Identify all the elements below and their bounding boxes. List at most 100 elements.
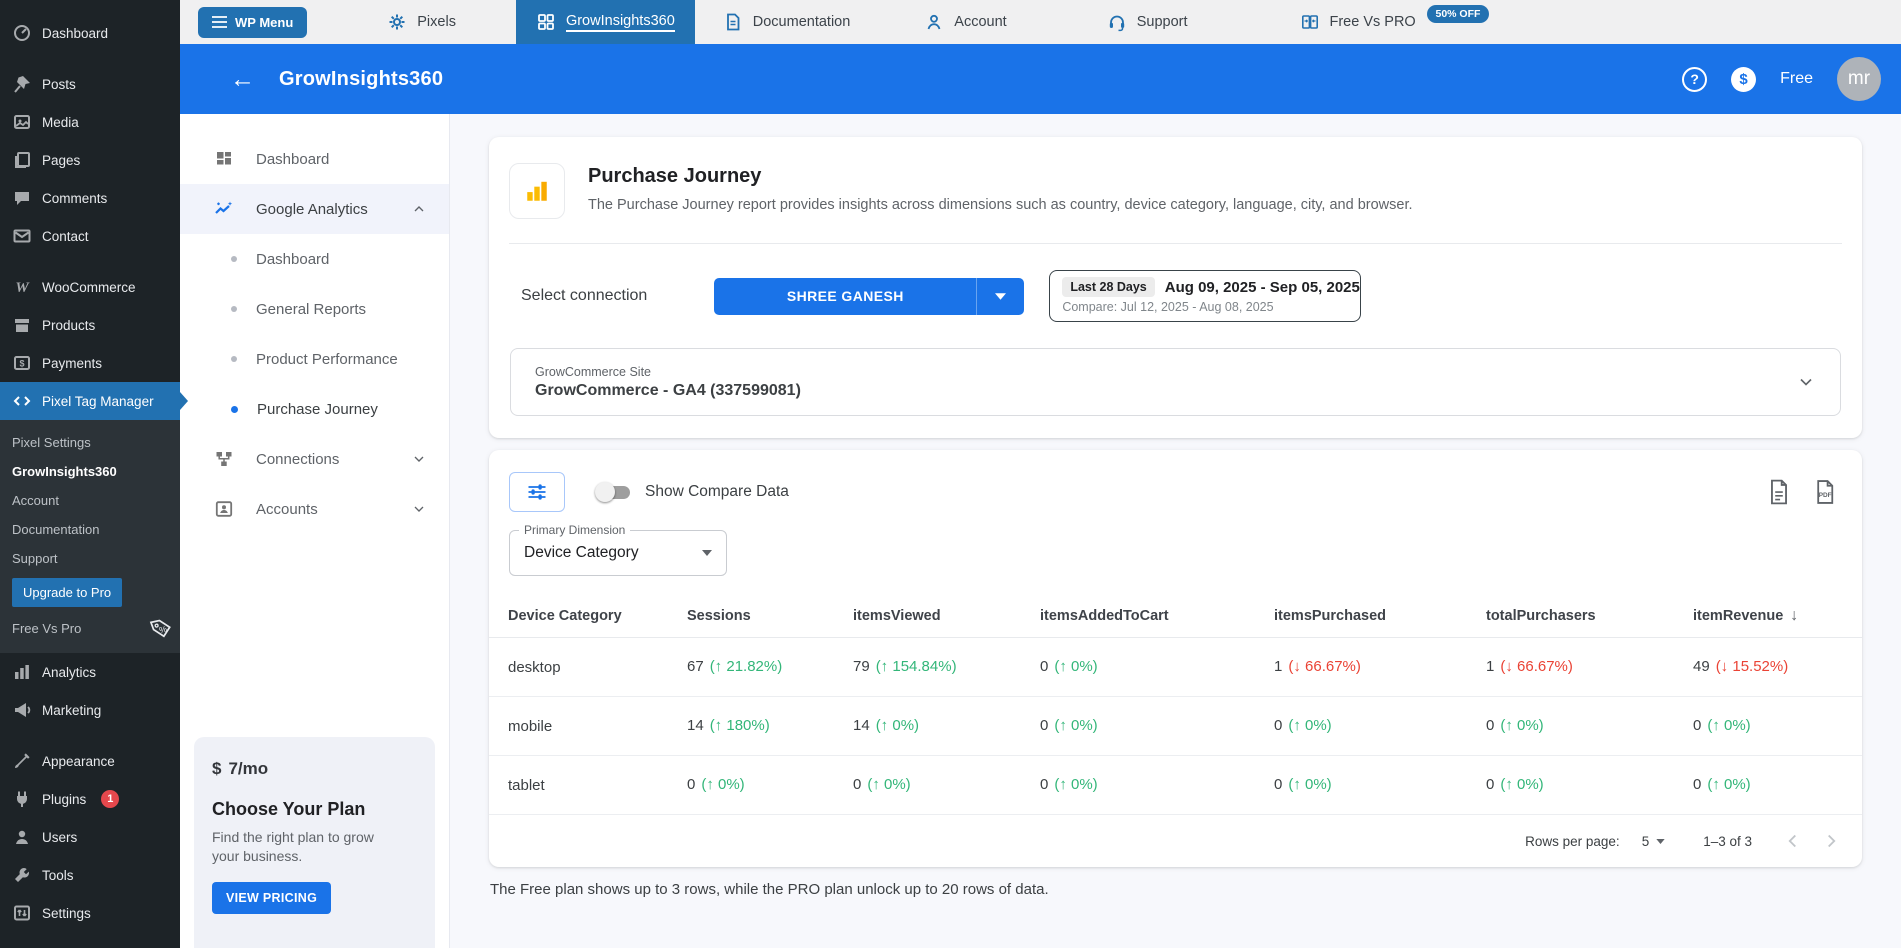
headset-icon bbox=[1107, 12, 1127, 32]
view-pricing-button[interactable]: VIEW PRICING bbox=[212, 882, 331, 914]
sidebar-item-users[interactable]: Users bbox=[0, 818, 180, 856]
sidebar-item-media[interactable]: Media bbox=[0, 103, 180, 141]
plugin-nav-dashboard[interactable]: Dashboard bbox=[180, 134, 449, 184]
column-header-device-category[interactable]: Device Category bbox=[508, 608, 687, 624]
metric-cell: 0(↑ 0%) bbox=[1040, 658, 1274, 676]
plugin-nav-accounts[interactable]: Accounts bbox=[180, 484, 449, 534]
sidebar-item-comments[interactable]: Comments bbox=[0, 179, 180, 217]
nav-label: Product Performance bbox=[256, 351, 398, 368]
primary-dimension-select[interactable]: Primary Dimension Device Category bbox=[509, 530, 727, 576]
sidebar-item-pages[interactable]: Pages bbox=[0, 141, 180, 179]
avatar[interactable]: mr bbox=[1837, 57, 1881, 101]
metric-cell: 0(↑ 0%) bbox=[687, 776, 853, 794]
tab-growinsights360[interactable]: GrowInsights360 bbox=[516, 0, 695, 44]
sort-desc-icon: ↓ bbox=[1790, 607, 1798, 625]
upgrade-to-pro-button[interactable]: Upgrade to Pro bbox=[12, 578, 122, 607]
submenu-item-documentation[interactable]: Documentation bbox=[0, 515, 180, 544]
tab-label: Pixels bbox=[417, 14, 456, 30]
export-csv-icon[interactable] bbox=[1767, 479, 1791, 505]
back-arrow-icon[interactable]: ← bbox=[230, 67, 255, 92]
sidebar-item-appearance[interactable]: Appearance bbox=[0, 742, 180, 780]
column-header-items-viewed[interactable]: itemsViewed bbox=[853, 608, 1040, 624]
megaphone-icon bbox=[12, 700, 32, 720]
plugins-update-badge: 1 bbox=[101, 790, 119, 808]
compare-data-toggle[interactable] bbox=[595, 482, 631, 502]
submenu-item-support[interactable]: Support bbox=[0, 544, 180, 573]
sidebar-item-products[interactable]: Products bbox=[0, 306, 180, 344]
submenu-item-growinsights360[interactable]: GrowInsights360 bbox=[0, 457, 180, 486]
sidebar-item-plugins[interactable]: Plugins 1 bbox=[0, 780, 180, 818]
code-icon bbox=[12, 391, 32, 411]
submenu-item-account[interactable]: Account bbox=[0, 486, 180, 515]
plugin-nav-general-reports[interactable]: General Reports bbox=[180, 284, 449, 334]
column-header-items-purchased[interactable]: itemsPurchased bbox=[1274, 608, 1486, 624]
sidebar-item-label: Plugins bbox=[42, 792, 86, 807]
column-header-sessions[interactable]: Sessions bbox=[687, 608, 853, 624]
sidebar-item-label: Pixel Tag Manager bbox=[42, 394, 154, 409]
plugin-nav-ga-dashboard[interactable]: Dashboard bbox=[180, 234, 449, 284]
sidebar-item-label: WooCommerce bbox=[42, 280, 136, 295]
site-select-label: GrowCommerce Site bbox=[535, 365, 801, 379]
tab-label: Account bbox=[954, 14, 1006, 30]
submenu-item-pixel-settings[interactable]: Pixel Settings bbox=[0, 428, 180, 457]
column-header-items-added-to-cart[interactable]: itemsAddedToCart bbox=[1040, 608, 1274, 624]
site-select[interactable]: GrowCommerce Site GrowCommerce - GA4 (33… bbox=[510, 348, 1841, 416]
sidebar-item-analytics[interactable]: Analytics bbox=[0, 653, 180, 691]
plugin-nav-purchase-journey[interactable]: Purchase Journey bbox=[180, 384, 449, 434]
metric-cell: 0(↑ 0%) bbox=[1486, 717, 1693, 735]
sidebar-item-label: Media bbox=[42, 115, 79, 130]
sidebar-item-payments[interactable]: $ Payments bbox=[0, 344, 180, 382]
sidebar-item-label: Payments bbox=[42, 356, 102, 371]
discount-badge: 50% OFF bbox=[1427, 5, 1490, 23]
metric-cell: 14(↑ 180%) bbox=[687, 717, 853, 735]
main-column: WP Menu Pixels GrowInsights360 Documenta… bbox=[180, 0, 1901, 948]
sidebar-item-pixel-tag-manager[interactable]: Pixel Tag Manager bbox=[0, 382, 180, 420]
column-header-total-purchasers[interactable]: totalPurchasers bbox=[1486, 608, 1693, 624]
pin-icon bbox=[12, 74, 32, 94]
sidebar-item-tools[interactable]: Tools bbox=[0, 856, 180, 894]
sidebar-item-posts[interactable]: Posts bbox=[0, 65, 180, 103]
billing-dollar-icon[interactable]: $ bbox=[1731, 67, 1756, 92]
plugin-nav-google-analytics[interactable]: Google Analytics bbox=[180, 184, 449, 234]
plugin-workspace: Dashboard Google Analytics Dashboard Gen… bbox=[180, 114, 1901, 948]
export-pdf-icon[interactable]: PDF bbox=[1813, 479, 1838, 505]
woocommerce-icon: W bbox=[12, 277, 32, 297]
analytics-trend-icon bbox=[214, 199, 234, 219]
help-icon[interactable]: ? bbox=[1682, 67, 1707, 92]
hamburger-icon bbox=[212, 16, 227, 28]
sidebar-item-dashboard[interactable]: Dashboard bbox=[0, 14, 180, 52]
sidebar-item-settings[interactable]: Settings bbox=[0, 894, 180, 932]
document-icon bbox=[723, 12, 743, 32]
plugin-nav-product-performance[interactable]: Product Performance bbox=[180, 334, 449, 384]
bar-chart-icon bbox=[12, 662, 32, 682]
next-page-icon[interactable] bbox=[1820, 830, 1842, 852]
bullet-icon bbox=[231, 306, 237, 312]
grid-icon bbox=[536, 12, 556, 32]
column-header-item-revenue[interactable]: itemRevenue ↓ bbox=[1693, 607, 1862, 625]
tab-pixels[interactable]: Pixels bbox=[387, 0, 456, 44]
table-header-row: Device Category Sessions itemsViewed ite… bbox=[489, 594, 1862, 638]
date-range-picker[interactable]: Last 28 Days Aug 09, 2025 - Sep 05, 2025… bbox=[1049, 270, 1361, 322]
plugin-top-bar: WP Menu Pixels GrowInsights360 Documenta… bbox=[180, 0, 1901, 44]
wp-menu-button[interactable]: WP Menu bbox=[198, 7, 307, 38]
rows-per-page-select[interactable]: 5 bbox=[1642, 834, 1666, 849]
tab-account[interactable]: Account bbox=[924, 0, 1006, 44]
plan-badge: Free bbox=[1780, 70, 1813, 88]
divider bbox=[509, 243, 1842, 244]
tab-documentation[interactable]: Documentation bbox=[723, 0, 851, 44]
tab-support[interactable]: Support bbox=[1107, 0, 1188, 44]
sidebar-item-woocommerce[interactable]: W WooCommerce bbox=[0, 268, 180, 306]
previous-page-icon[interactable] bbox=[1782, 830, 1804, 852]
tab-free-vs-pro[interactable]: Free Vs PRO 50% OFF bbox=[1300, 0, 1416, 44]
plugin-nav-connections[interactable]: Connections bbox=[180, 434, 449, 484]
sidebar-item-marketing[interactable]: Marketing bbox=[0, 691, 180, 729]
submenu-item-free-vs-pro[interactable]: Free Vs Pro % bbox=[0, 610, 180, 643]
connection-label: Select connection bbox=[521, 287, 647, 305]
dropdown-arrow-icon bbox=[1656, 839, 1665, 844]
connection-select-button[interactable]: SHREE GANESH bbox=[714, 278, 1024, 315]
settings-sliders-icon bbox=[12, 903, 32, 923]
sidebar-item-contact[interactable]: Contact bbox=[0, 217, 180, 255]
filter-tune-button[interactable] bbox=[509, 472, 565, 512]
date-range-row: Last 28 Days Aug 09, 2025 - Sep 05, 2025 bbox=[1062, 277, 1348, 297]
export-actions: PDF bbox=[1767, 479, 1838, 505]
